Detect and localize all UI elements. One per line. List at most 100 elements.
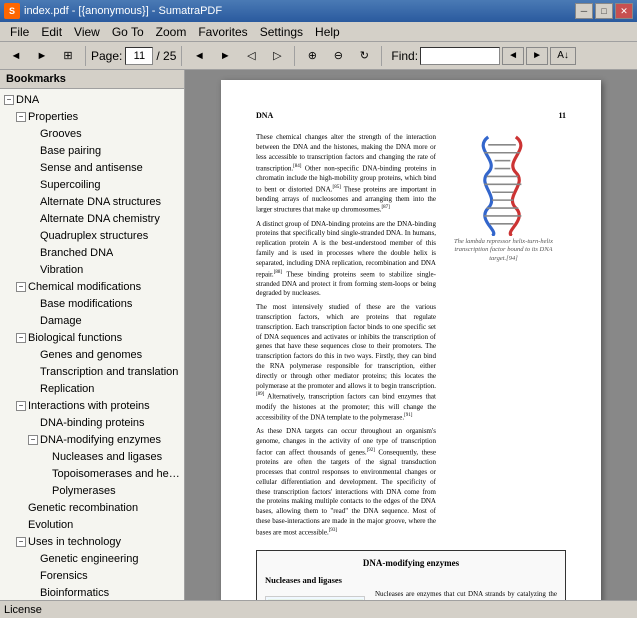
pdf-page-11: DNA 11 These chemical changes alter the … [221,80,601,600]
bookmark-item-polymerases[interactable]: +Polymerases [0,482,184,499]
bookmark-item-dna[interactable]: −DNA [0,91,184,108]
sep4 [381,46,382,66]
zoom-in-button[interactable]: ⊕ [300,45,324,67]
bookmark-item-evolution[interactable]: +Evolution [0,516,184,533]
bookmark-item-transcription[interactable]: +Transcription and translation [0,363,184,380]
col-right: The lambda repressor helix-turn-helix tr… [446,133,566,542]
maximize-button[interactable]: □ [595,3,613,19]
tree-label-dna-binding: DNA-binding proteins [40,417,145,429]
tree-label-genes-genomes: Genes and genomes [40,349,142,361]
bookmark-item-nucleases[interactable]: +Nucleases and ligases [0,448,184,465]
page-header-left: DNA [256,110,273,121]
dna-modifying-box: DNA-modifying enzymes Nucleases and liga… [256,550,566,600]
nucleases-text: Nucleases are enzymes that cut DNA stran… [375,590,557,600]
page-columns: These chemical changes alter the strengt… [256,133,566,542]
bookmark-item-dna-modifying[interactable]: −DNA-modifying enzymes [0,431,184,448]
tree-toggle-chem-mod[interactable]: − [16,282,26,292]
bookmark-item-quadruplex[interactable]: +Quadruplex structures [0,227,184,244]
next-page-button[interactable]: ► [213,45,237,67]
tree-label-nucleases: Nucleases and ligases [52,451,162,463]
app-icon: S [4,3,20,19]
status-bar: License [0,600,637,618]
bookmark-item-topoisomerases[interactable]: +Topoisomerases and helicases [0,465,184,482]
next-page-alt[interactable]: ▷ [265,45,289,67]
bookmark-item-genetic-recomb[interactable]: +Genetic recombination [0,499,184,516]
forward-button[interactable]: ► [30,45,54,67]
menu-view[interactable]: View [68,22,106,41]
find-options-button[interactable]: A↓ [550,47,576,65]
window-title: index.pdf - [{anonymous}] - SumatraPDF [24,5,222,17]
status-text: License [4,604,42,616]
page-nav: Page: / 25 [91,47,176,65]
tree-label-base-mod: Base modifications [40,298,132,310]
tree-toggle-properties[interactable]: − [16,112,26,122]
tree-label-transcription: Transcription and translation [40,366,178,378]
tree-label-polymerases: Polymerases [52,485,116,497]
content-area[interactable]: DNA 11 These chemical changes alter the … [185,70,637,600]
find-next-button[interactable]: ► [526,47,548,65]
intro-para-2: A distinct group of DNA-binding proteins… [256,220,436,300]
bookmarks-tree[interactable]: −DNA−Properties+Grooves+Base pairing+Sen… [0,89,184,600]
tree-label-vibration: Vibration [40,264,83,276]
menu-zoom[interactable]: Zoom [150,22,193,41]
sep2 [181,46,182,66]
find-input[interactable] [420,47,500,65]
page-input[interactable] [125,47,153,65]
rotate-button[interactable]: ↻ [352,45,376,67]
bookmark-item-uses-tech[interactable]: −Uses in technology [0,533,184,550]
bookmark-item-grooves[interactable]: +Grooves [0,125,184,142]
bookmark-item-bioinformatics[interactable]: +Bioinformatics [0,584,184,600]
bookmark-item-interactions[interactable]: −Interactions with proteins [0,397,184,414]
zoom-out-button[interactable]: ⊖ [326,45,350,67]
page-label: Page: [91,49,122,63]
find-prev-button[interactable]: ◄ [502,47,524,65]
bookmark-item-properties[interactable]: −Properties [0,108,184,125]
bookmark-item-genetic-eng[interactable]: +Genetic engineering [0,550,184,567]
dna-image-caption: The lambda repressor helix-turn-helix tr… [446,238,561,263]
box-title: DNA-modifying enzymes [265,557,557,570]
menu-favorites[interactable]: Favorites [192,22,253,41]
bookmark-item-replication[interactable]: +Replication [0,380,184,397]
layout-button[interactable]: ⊞ [56,45,80,67]
menu-goto[interactable]: Go To [106,22,150,41]
tree-toggle-uses-tech[interactable]: − [16,537,26,547]
menu-edit[interactable]: Edit [35,22,68,41]
tree-toggle-dna[interactable]: − [4,95,14,105]
tree-label-forensics: Forensics [40,570,88,582]
bookmark-item-dna-binding[interactable]: +DNA-binding proteins [0,414,184,431]
menu-file[interactable]: File [4,22,35,41]
bookmark-item-damage[interactable]: +Damage [0,312,184,329]
bookmark-item-chem-mod[interactable]: −Chemical modifications [0,278,184,295]
close-button[interactable]: ✕ [615,3,633,19]
bookmark-item-sense-antisense[interactable]: +Sense and antisense [0,159,184,176]
bookmark-item-genes-genomes[interactable]: +Genes and genomes [0,346,184,363]
tree-toggle-dna-modifying[interactable]: − [28,435,38,445]
tree-label-dna-modifying: DNA-modifying enzymes [40,434,161,446]
bookmark-item-alt-dna-struct[interactable]: +Alternate DNA structures [0,193,184,210]
minimize-button[interactable]: ─ [575,3,593,19]
bookmark-item-forensics[interactable]: +Forensics [0,567,184,584]
bookmark-item-base-pairing[interactable]: +Base pairing [0,142,184,159]
back-button[interactable]: ◄ [4,45,28,67]
menu-help[interactable]: Help [309,22,346,41]
page-header-right: 11 [558,110,566,121]
col-left: These chemical changes alter the strengt… [256,133,436,542]
tree-toggle-bio-func[interactable]: − [16,333,26,343]
main-area: Bookmarks −DNA−Properties+Grooves+Base p… [0,70,637,600]
prev-page-button[interactable]: ◄ [187,45,211,67]
bookmark-item-base-mod[interactable]: +Base modifications [0,295,184,312]
tree-label-genetic-eng: Genetic engineering [40,553,138,565]
window-controls[interactable]: ─ □ ✕ [575,3,633,19]
tree-toggle-interactions[interactable]: − [16,401,26,411]
intro-para-3: The most intensively studied of these ar… [256,303,436,423]
bookmark-item-supercoiling[interactable]: +Supercoiling [0,176,184,193]
bookmark-item-alt-dna-chem[interactable]: +Alternate DNA chemistry [0,210,184,227]
nucleases-para-1: Nucleases are enzymes that cut DNA stran… [375,590,557,600]
bookmark-item-bio-func[interactable]: −Biological functions [0,329,184,346]
sep1 [85,46,86,66]
bookmark-item-branched[interactable]: +Branched DNA [0,244,184,261]
prev-page-alt[interactable]: ◁ [239,45,263,67]
menu-settings[interactable]: Settings [254,22,309,41]
bookmark-item-vibration[interactable]: +Vibration [0,261,184,278]
tree-label-quadruplex: Quadruplex structures [40,230,148,242]
